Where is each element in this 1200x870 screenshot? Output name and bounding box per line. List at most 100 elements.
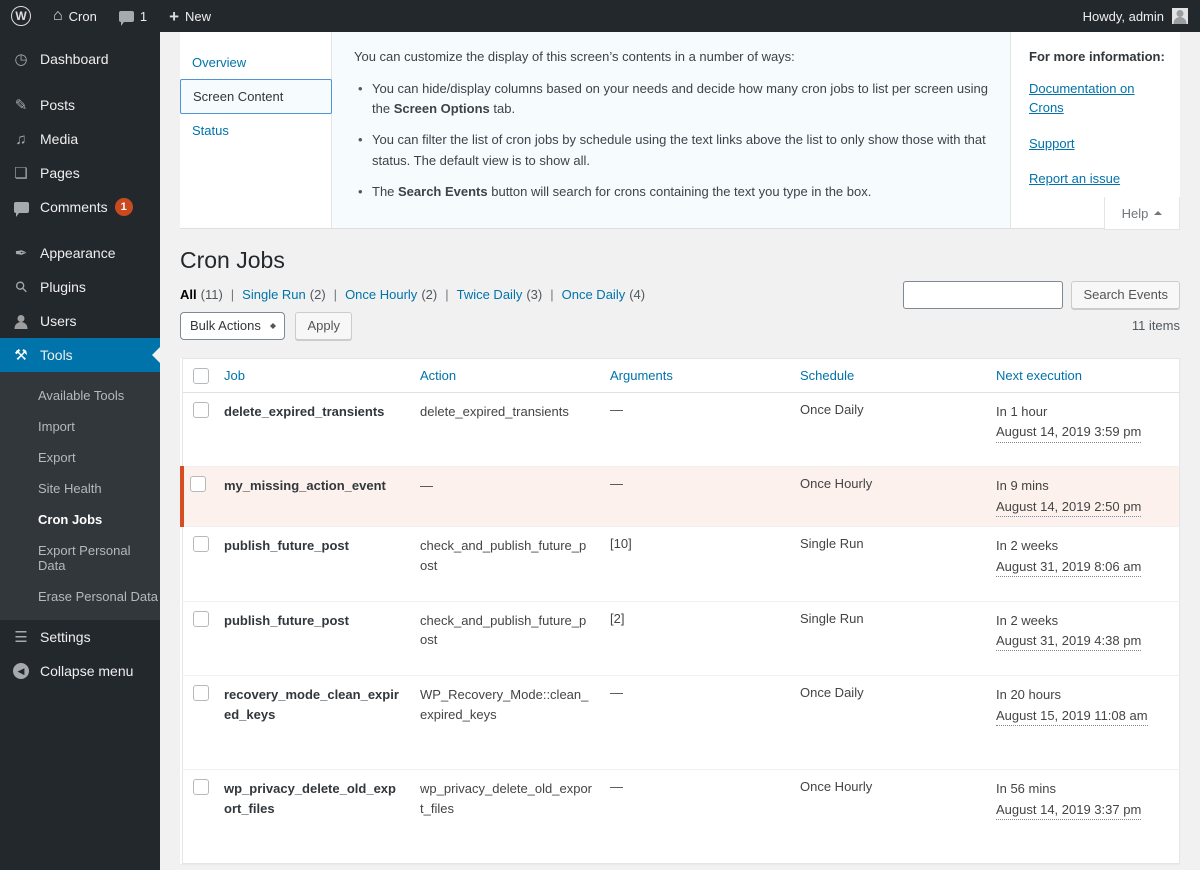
submenu-item-erase-personal-data[interactable]: Erase Personal Data — [0, 581, 160, 612]
next-execution-relative: In 2 weeks — [996, 538, 1059, 554]
filter-link[interactable]: Single Run — [242, 287, 306, 302]
next-execution-cell: In 2 weeks August 31, 2019 8:06 am — [987, 526, 1180, 602]
next-execution-date: August 14, 2019 2:50 pm — [996, 498, 1142, 518]
howdy-account-menu[interactable]: Howdy, admin — [1083, 9, 1164, 24]
action-name: wp_privacy_delete_old_export_files — [420, 781, 593, 816]
submenu-item-export[interactable]: Export — [0, 442, 160, 473]
filter-separator: | — [550, 286, 554, 302]
action-cell: check_and_publish_future_post — [411, 526, 601, 602]
comments-bubble-icon — [118, 10, 134, 26]
filter-all: All (11) | — [180, 287, 242, 302]
arguments-cell: [10] — [601, 526, 791, 602]
filter-link[interactable]: Once Daily — [562, 287, 626, 302]
help-link-documentation-on-crons[interactable]: Documentation on Crons — [1029, 81, 1135, 116]
site-name-menu[interactable]: ⌂ Cron — [42, 0, 108, 32]
row-actions-space — [224, 724, 402, 760]
help-tab-status[interactable]: Status — [180, 114, 331, 147]
filter-link[interactable]: All — [180, 287, 197, 302]
sidebar-item-pages[interactable]: ❏ Pages — [0, 156, 160, 190]
comments-badge: 1 — [114, 198, 133, 216]
person-icon — [1172, 8, 1188, 24]
help-bullet: You can hide/display columns based on yo… — [354, 79, 988, 119]
action-cell: wp_privacy_delete_old_export_files — [411, 769, 601, 864]
row-checkbox[interactable] — [190, 476, 206, 493]
search-input[interactable] — [903, 280, 1064, 309]
sidebar-item-label: Tools — [40, 347, 73, 363]
new-label: New — [185, 8, 212, 24]
help-toggle-button[interactable]: Help — [1104, 197, 1180, 230]
sidebar-item-appearance[interactable]: ✒ Appearance — [0, 236, 160, 270]
pages-icon: ❏ — [14, 165, 28, 182]
media-icon: ♫ — [15, 130, 27, 148]
sidebar-item-plugins[interactable]: ⚲ Plugins — [0, 270, 160, 304]
search-events-button[interactable]: Search Events — [1071, 280, 1180, 309]
submenu-item-export-personal-data[interactable]: Export Personal Data — [0, 535, 160, 581]
help-tab-screen-content[interactable]: Screen Content — [180, 79, 332, 114]
table-header-row: Job Action Arguments Schedule Next execution — [182, 358, 1180, 393]
column-header-arguments[interactable]: Arguments — [601, 358, 791, 393]
column-header-action[interactable]: Action — [411, 358, 601, 393]
sidebar-item-comments[interactable]: Comments 1 — [0, 190, 160, 224]
row-actions-space — [224, 818, 402, 854]
sidebar-item-settings[interactable]: ☰ Settings — [0, 620, 160, 654]
table-head: Job Action Arguments Schedule Next execution — [182, 358, 1180, 393]
comments-bubble-icon — [10, 201, 32, 217]
filter-separator: | — [230, 286, 235, 302]
help-tab-overview[interactable]: Overview — [180, 46, 331, 79]
action-name: delete_expired_transients — [420, 403, 569, 419]
sidebar-item-dashboard[interactable]: ◷ Dashboard — [0, 42, 160, 76]
sidebar-item-label: Posts — [40, 97, 76, 113]
sidebar-item-tools[interactable]: ⚒ Tools — [0, 338, 160, 372]
sidebar-item-media[interactable]: ♫ Media — [0, 122, 160, 156]
filter-twice-daily: Twice Daily (3) | — [457, 287, 562, 302]
job-name: recovery_mode_clean_expired_keys — [224, 687, 399, 722]
job-cell: publish_future_post — [215, 526, 411, 602]
new-content-menu[interactable]: + New — [158, 0, 222, 32]
job-name: my_missing_action_event — [224, 478, 386, 494]
help-link-report-an-issue[interactable]: Report an issue — [1029, 171, 1120, 186]
schedule-cell: Single Run — [791, 600, 987, 676]
next-execution-cell: In 9 mins August 14, 2019 2:50 pm — [987, 466, 1180, 527]
cron-job-row: wp_privacy_delete_old_export_files wp_pri… — [182, 769, 1180, 864]
sidebar-item-users[interactable]: Users — [0, 304, 160, 338]
column-header-schedule[interactable]: Schedule — [791, 358, 987, 393]
submenu-item-site-health[interactable]: Site Health — [0, 473, 160, 504]
submenu-item-available-tools[interactable]: Available Tools — [0, 380, 160, 411]
action-name: check_and_publish_future_post — [420, 538, 587, 573]
plus-icon: + — [169, 6, 180, 26]
help-tab-label: Screen Content — [193, 89, 284, 104]
next-execution-relative: In 2 weeks — [996, 612, 1059, 628]
home-icon: ⌂ — [53, 7, 63, 24]
schedule-cell: Once Hourly — [791, 769, 987, 864]
filter-link[interactable]: Once Hourly — [345, 287, 417, 302]
sidebar-item-posts[interactable]: ✎ Posts — [0, 88, 160, 122]
sidebar-item-label: Users — [40, 313, 77, 329]
row-checkbox[interactable] — [192, 685, 209, 702]
help-tab-label: Overview — [192, 55, 247, 70]
filter-once-hourly: Once Hourly (2) | — [345, 287, 457, 302]
help-link-support[interactable]: Support — [1029, 136, 1075, 151]
row-checkbox-cell — [182, 769, 215, 864]
row-checkbox[interactable] — [192, 401, 209, 418]
row-checkbox[interactable] — [192, 536, 209, 553]
sidebar-item-collapse-menu[interactable]: ◀ Collapse menu — [0, 654, 160, 688]
admin-bar-comments[interactable]: 1 — [108, 0, 158, 32]
user-avatar[interactable] — [1172, 8, 1188, 24]
submenu-item-import[interactable]: Import — [0, 411, 160, 442]
select-all-checkbox[interactable] — [192, 367, 209, 384]
wordpress-logo-menu[interactable]: W — [0, 0, 42, 32]
column-header-job[interactable]: Job — [215, 358, 411, 393]
row-checkbox[interactable] — [192, 779, 209, 796]
admin-menu: ◷ Dashboard ✎ Posts ♫ Media ❏ Pages Comments 1 ✒ Ap… — [0, 32, 160, 688]
next-execution-date: August 14, 2019 3:59 pm — [996, 423, 1142, 443]
filter-link[interactable]: Twice Daily — [457, 287, 523, 302]
column-header-next-execution[interactable]: Next execution — [987, 358, 1180, 393]
apply-button[interactable]: Apply — [295, 311, 352, 340]
sidebar-item-label: Pages — [40, 165, 80, 181]
next-execution-cell: In 2 weeks August 31, 2019 4:38 pm — [987, 600, 1180, 676]
submenu-item-cron-jobs[interactable]: Cron Jobs — [0, 504, 160, 535]
bulk-actions-select[interactable]: Bulk Actions — [180, 311, 285, 340]
row-checkbox[interactable] — [192, 610, 209, 627]
job-cell: delete_expired_transients — [215, 392, 411, 467]
admin-bar-left: W ⌂ Cron 1 + New — [0, 0, 222, 32]
